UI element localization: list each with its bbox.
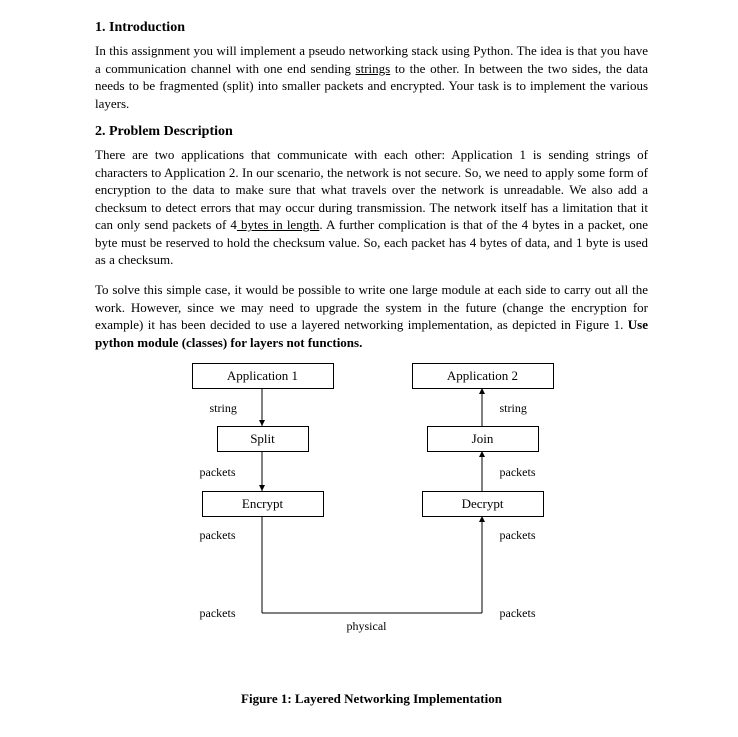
figure-caption: Figure 1: Layered Networking Implementat… xyxy=(95,691,648,707)
label-packets-left-2: packets xyxy=(200,528,236,543)
text: To solve this simple case, it would be p… xyxy=(95,282,648,332)
layered-diagram: Application 1 Split Encrypt Application … xyxy=(142,363,602,683)
label-packets-right-2: packets xyxy=(500,528,536,543)
section-2-title: 2. Problem Description xyxy=(95,124,648,140)
section-1-paragraph: In this assignment you will implement a … xyxy=(95,42,648,112)
document-page: 1. Introduction In this assignment you w… xyxy=(0,0,738,737)
box-encrypt: Encrypt xyxy=(202,491,324,517)
box-application-1: Application 1 xyxy=(192,363,334,389)
underline-strings: strings xyxy=(356,61,391,76)
label-packets-left-3: packets xyxy=(200,606,236,621)
label-physical: physical xyxy=(347,619,387,634)
figure-1: Application 1 Split Encrypt Application … xyxy=(95,363,648,683)
label-packets-left-1: packets xyxy=(200,465,236,480)
label-string-right: string xyxy=(500,401,527,416)
box-join: Join xyxy=(427,426,539,452)
label-packets-right-3: packets xyxy=(500,606,536,621)
section-2-paragraph-1: There are two applications that communic… xyxy=(95,146,648,269)
label-packets-right-1: packets xyxy=(500,465,536,480)
section-2-paragraph-2: To solve this simple case, it would be p… xyxy=(95,281,648,351)
section-1-title: 1. Introduction xyxy=(95,20,648,36)
underline-bytes: bytes in length xyxy=(237,217,319,232)
box-decrypt: Decrypt xyxy=(422,491,544,517)
label-string-left: string xyxy=(210,401,237,416)
box-application-2: Application 2 xyxy=(412,363,554,389)
box-split: Split xyxy=(217,426,309,452)
